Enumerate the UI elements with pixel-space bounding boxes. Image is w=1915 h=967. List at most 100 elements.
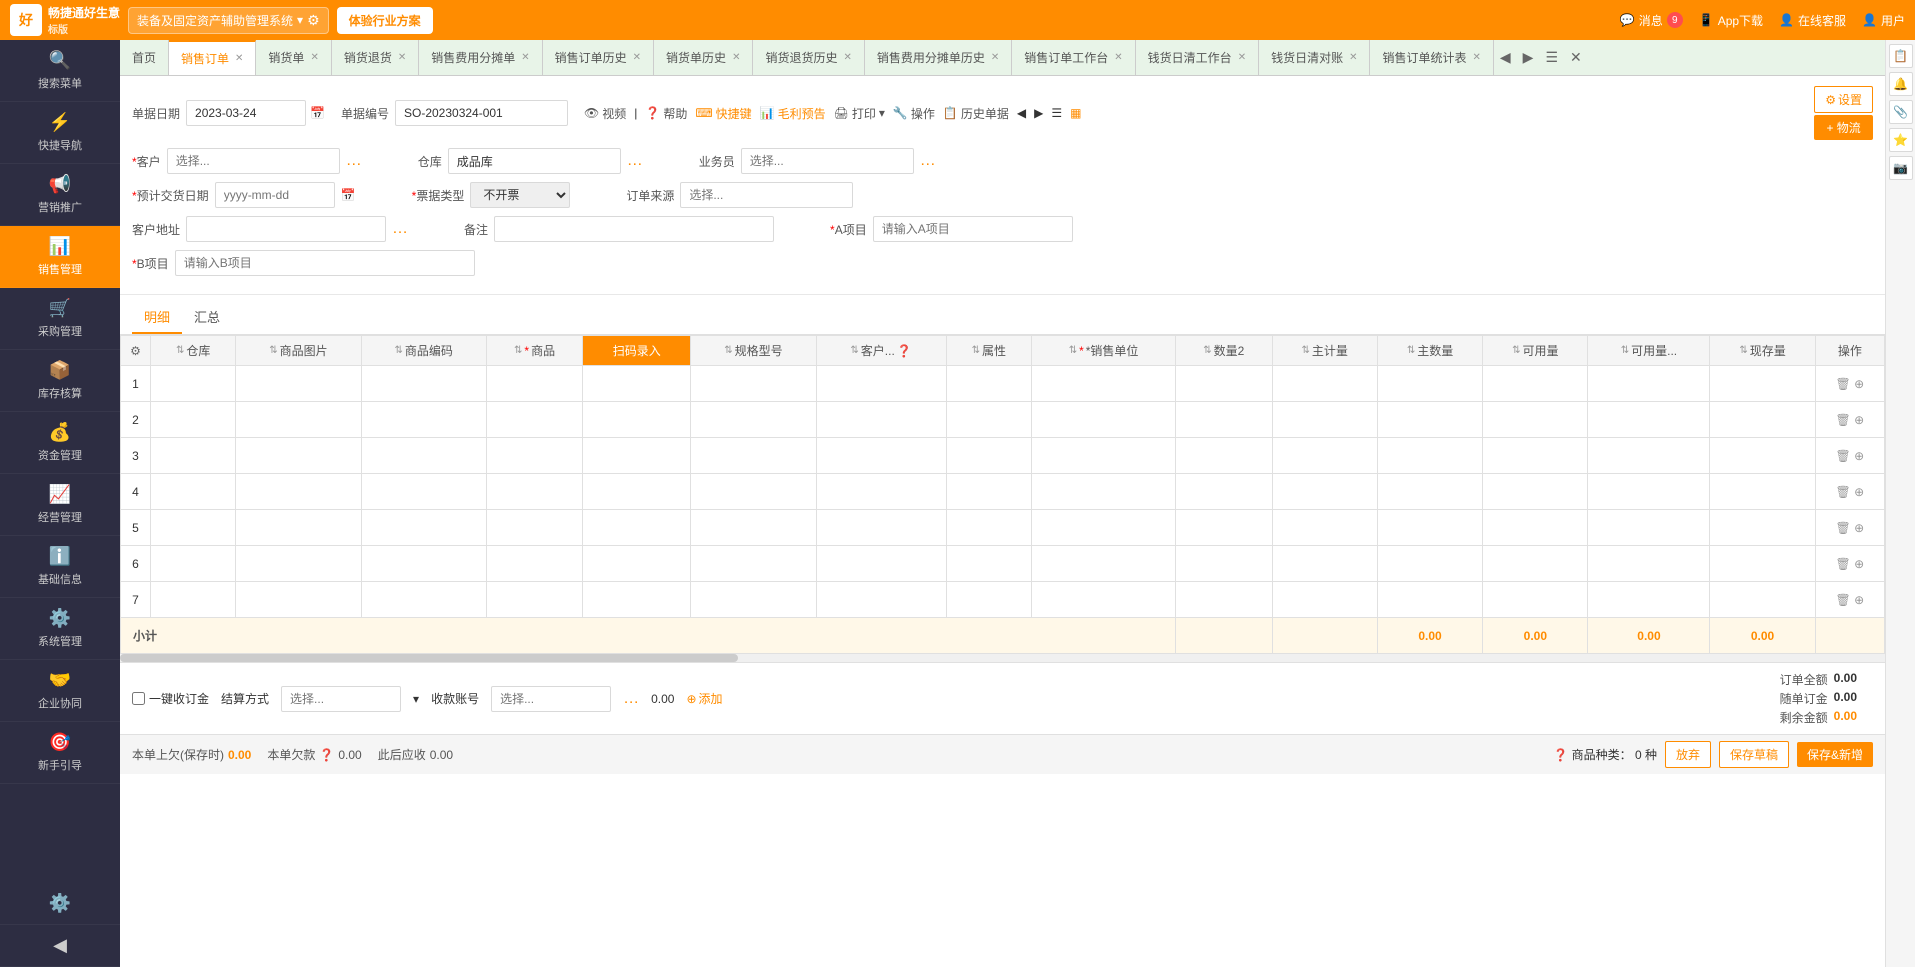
tab-close-expense-history[interactable]: ✕ [991, 52, 999, 63]
copy-icon[interactable]: ⊕ [1854, 485, 1864, 499]
row-6-code[interactable] [361, 546, 486, 582]
delete-icon[interactable]: 🗑 [1836, 413, 1851, 427]
app-download-btn[interactable]: 📱 App下载 [1699, 12, 1763, 29]
message-btn[interactable]: 💬 消息 9 [1620, 12, 1683, 29]
sidebar-item-system[interactable]: ⚙️ 系统管理 [0, 598, 120, 660]
b-project-input[interactable] [175, 250, 475, 276]
row-2-warehouse[interactable] [151, 402, 236, 438]
sidebar-item-guide[interactable]: 🎯 新手引导 [0, 722, 120, 784]
delete-icon[interactable]: 🗑 [1836, 485, 1851, 499]
row-7-main-unit[interactable] [1272, 582, 1377, 618]
row-4-available2[interactable] [1588, 474, 1710, 510]
salesperson-expand[interactable]: … [920, 152, 936, 170]
order-date-input[interactable] [186, 100, 306, 126]
row-5-image[interactable] [236, 510, 361, 546]
sidebar-item-collapse[interactable]: ◀ [0, 925, 120, 967]
row-6-available[interactable] [1483, 546, 1588, 582]
row-7-available[interactable] [1483, 582, 1588, 618]
row-3-product[interactable] [486, 438, 582, 474]
row-5-unit[interactable] [1032, 510, 1176, 546]
tab-summary[interactable]: 汇总 [182, 301, 232, 334]
delete-icon[interactable]: 🗑 [1836, 557, 1851, 571]
row-1-spec[interactable] [691, 366, 816, 402]
sidebar-item-management[interactable]: 📈 经营管理 [0, 474, 120, 536]
tab-prev-btn[interactable]: ◀ [1494, 49, 1517, 66]
one-click-checkbox[interactable] [132, 692, 145, 705]
row-4-spec[interactable] [691, 474, 816, 510]
tab-close-return-history[interactable]: ✕ [843, 52, 851, 63]
col-settings[interactable]: ⚙ [121, 336, 151, 366]
row-6-stock[interactable] [1710, 546, 1815, 582]
tab-sales-return[interactable]: 销货退货 ✕ [332, 40, 419, 76]
right-btn-3[interactable]: 📎 [1889, 100, 1913, 124]
delete-icon[interactable]: 🗑 [1836, 521, 1851, 535]
row-6-main-unit[interactable] [1272, 546, 1377, 582]
row-7-unit[interactable] [1032, 582, 1176, 618]
delete-icon[interactable]: 🗑 [1836, 377, 1851, 391]
tab-order-report[interactable]: 销售订单统计表 ✕ [1370, 40, 1493, 76]
row-6-main-qty[interactable] [1377, 546, 1482, 582]
row-5-spec[interactable] [691, 510, 816, 546]
row-7-scan[interactable] [583, 582, 691, 618]
row-7-spec[interactable] [691, 582, 816, 618]
row-1-warehouse[interactable] [151, 366, 236, 402]
row-4-available[interactable] [1483, 474, 1588, 510]
settlement-input[interactable] [281, 686, 401, 712]
row-6-qty2[interactable] [1176, 546, 1272, 582]
sidebar-item-finance[interactable]: 💰 资金管理 [0, 412, 120, 474]
copy-icon[interactable]: ⊕ [1854, 521, 1864, 535]
row-4-attribute[interactable] [946, 474, 1031, 510]
row-4-main-qty[interactable] [1377, 474, 1482, 510]
tab-close-sales-invoice[interactable]: ✕ [310, 52, 318, 63]
profit-btn-2[interactable]: 📊毛利预告 [760, 105, 826, 122]
tab-close-cash-reconcile[interactable]: ✕ [1349, 52, 1357, 63]
copy-icon[interactable]: ⊕ [1854, 557, 1864, 571]
row-4-code[interactable] [361, 474, 486, 510]
row-2-stock[interactable] [1710, 402, 1815, 438]
row-5-warehouse[interactable] [151, 510, 236, 546]
sidebar-item-basic[interactable]: ℹ️ 基础信息 [0, 536, 120, 598]
right-btn-5[interactable]: 📷 [1889, 156, 1913, 180]
tab-close-order-history[interactable]: ✕ [633, 52, 641, 63]
row-3-main-unit[interactable] [1272, 438, 1377, 474]
row-7-qty2[interactable] [1176, 582, 1272, 618]
row-2-unit[interactable] [1032, 402, 1176, 438]
add-logistics-btn-2[interactable]: + 物流 [1814, 115, 1873, 140]
row-5-scan[interactable] [583, 510, 691, 546]
history-btn-2[interactable]: 📋历史单据 [943, 105, 1009, 122]
row-3-image[interactable] [236, 438, 361, 474]
account-expand[interactable]: … [623, 690, 639, 708]
sidebar-item-search[interactable]: 🔍 搜索菜单 [0, 40, 120, 102]
warehouse-expand[interactable]: … [627, 152, 643, 170]
row-1-main-qty[interactable] [1377, 366, 1482, 402]
row-3-scan[interactable] [583, 438, 691, 474]
remark-input[interactable] [494, 216, 774, 242]
tab-return-history[interactable]: 销货退货历史 ✕ [753, 40, 864, 76]
settlement-dropdown[interactable]: ▾ [413, 692, 419, 706]
row-5-available[interactable] [1483, 510, 1588, 546]
row-7-code[interactable] [361, 582, 486, 618]
row-7-available2[interactable] [1588, 582, 1710, 618]
row-3-attribute[interactable] [946, 438, 1031, 474]
tab-next-btn[interactable]: ▶ [1517, 49, 1540, 66]
row-5-available2[interactable] [1588, 510, 1710, 546]
account-input[interactable] [491, 686, 611, 712]
tab-sales-order[interactable]: 销售订单 ✕ [169, 40, 256, 76]
order-source-input[interactable] [680, 182, 853, 208]
tab-close-order-report[interactable]: ✕ [1473, 52, 1481, 63]
row-1-customer-code[interactable] [816, 366, 946, 402]
online-service-btn[interactable]: 👤 在线客服 [1779, 12, 1846, 29]
row-2-available2[interactable] [1588, 402, 1710, 438]
tab-cash-workbench[interactable]: 钱货日清工作台 ✕ [1136, 40, 1259, 76]
address-expand[interactable]: … [392, 220, 408, 238]
help-icon-types[interactable]: ❓ [1553, 748, 1568, 762]
row-5-code[interactable] [361, 510, 486, 546]
row-6-spec[interactable] [691, 546, 816, 582]
one-click-label[interactable]: 一键收订金 [132, 690, 209, 707]
nav-next-2[interactable]: ▶ [1034, 106, 1043, 120]
h-scroll-thumb[interactable] [120, 654, 738, 662]
help-btn-2[interactable]: ❓帮助 [645, 105, 687, 122]
row-4-stock[interactable] [1710, 474, 1815, 510]
list-view-2[interactable]: ☰ [1051, 106, 1062, 120]
row-6-customer-code[interactable] [816, 546, 946, 582]
